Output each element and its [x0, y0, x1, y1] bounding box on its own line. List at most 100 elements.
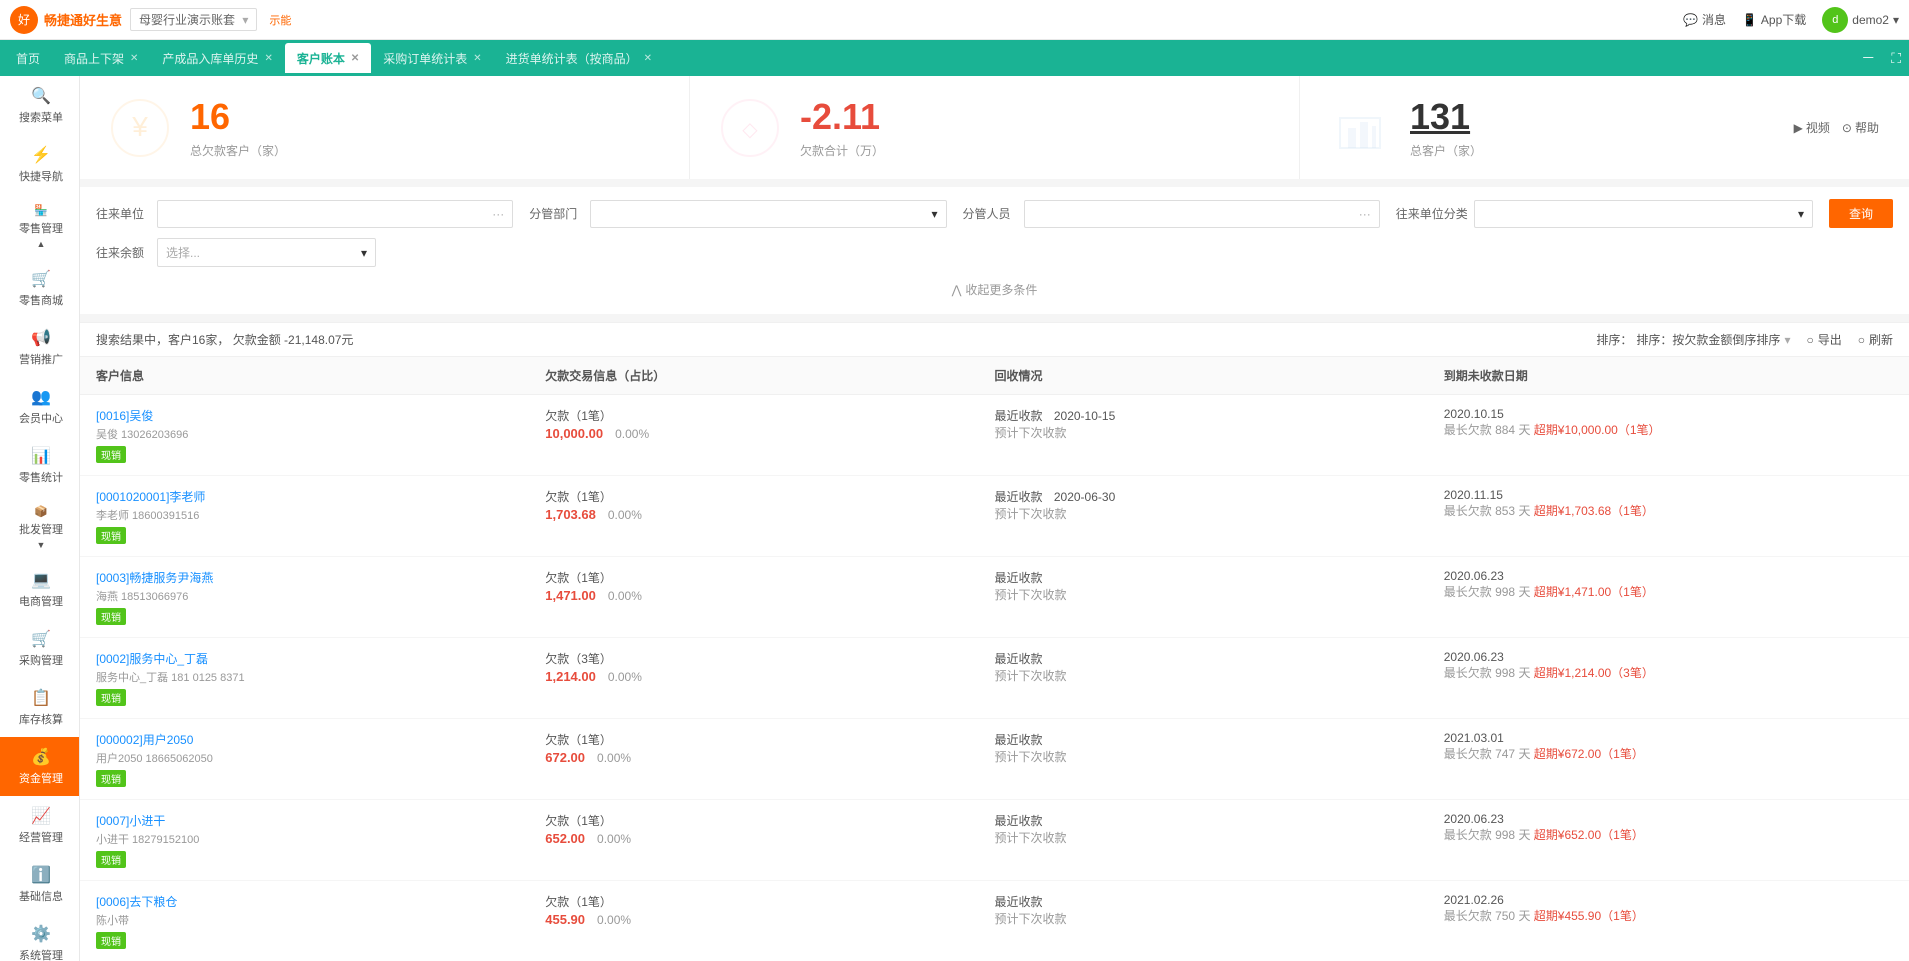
table-row: [0002]服务中心_丁磊 服务中心_丁磊 181 0125 8371 现销 欠…: [80, 638, 1909, 719]
tab-close-active-icon[interactable]: ✕: [351, 53, 359, 64]
due-cell-3: 2020.06.23 最长欠款 998 天 超期¥1,471.00（1笔）: [1444, 569, 1893, 600]
owe-percent-6: 0.00%: [597, 832, 631, 846]
person-input[interactable]: ···: [1024, 200, 1380, 228]
debtors-label: 总欠款客户（家）: [190, 142, 286, 159]
sidebar-item-marketing[interactable]: 📢 营销推广: [0, 318, 79, 377]
overdue-link-2[interactable]: 超期¥1,703.68（1笔）: [1534, 504, 1654, 518]
sidebar-item-search[interactable]: 🔍 搜索菜单: [0, 76, 79, 135]
chevron-down-icon: ▾: [1798, 207, 1804, 221]
sidebar-item-nav[interactable]: ⚡ 快捷导航: [0, 135, 79, 194]
collapse-button[interactable]: ⋀ 收起更多条件: [96, 277, 1893, 302]
tab-close-icon[interactable]: ✕: [130, 53, 138, 64]
total-label: 总客户（家）: [1410, 142, 1482, 159]
customer-cell-4: [0002]服务中心_丁磊 服务中心_丁磊 181 0125 8371 现销: [96, 650, 545, 706]
tab-close-icon[interactable]: ✕: [644, 53, 652, 64]
owe-amount-4: 1,214.00: [545, 669, 596, 684]
content-area: ¥ 16 总欠款客户（家） ◇ -2.11 欠款合计（万）: [80, 76, 1909, 961]
query-button[interactable]: 查询: [1829, 199, 1893, 228]
owe-count-3: 欠款（1笔）: [545, 571, 612, 585]
sidebar-item-basic-info[interactable]: ℹ️ 基础信息: [0, 855, 79, 914]
chevron-down-icon: ▾: [361, 246, 367, 260]
info-icon: ℹ️: [31, 865, 51, 885]
dept-select[interactable]: ▾: [590, 200, 946, 228]
sidebar-item-wholesale[interactable]: 📦 批发管理 ▼: [0, 495, 79, 560]
tab-product-history[interactable]: 产成品入库单历史 ✕: [150, 43, 284, 73]
customer-phone-1: 吴俊 13026203696: [96, 426, 545, 442]
owe-amount-1: 10,000.00: [545, 426, 603, 441]
top-bar-right: 💬 消息 📱 App下载 d demo2 ▾: [1683, 7, 1899, 33]
tab-close-icon[interactable]: ✕: [473, 53, 481, 64]
source-unit-input[interactable]: ···: [157, 200, 513, 228]
filter-person: 分管人员 ···: [963, 200, 1380, 228]
overdue-link-6[interactable]: 超期¥652.00（1笔）: [1534, 828, 1644, 842]
unit-class-select[interactable]: ▾: [1474, 200, 1813, 228]
clipboard-icon: 📋: [31, 688, 51, 708]
video-button[interactable]: ▶ 视频: [1794, 119, 1830, 136]
tab-home[interactable]: 首页: [4, 43, 52, 73]
tab-stock-summary[interactable]: 进货单统计表（按商品） ✕: [494, 43, 664, 73]
sidebar-item-inventory[interactable]: 📋 库存核算: [0, 678, 79, 737]
message-button[interactable]: 💬 消息: [1683, 11, 1726, 28]
table-row: [0001020001]李老师 李老师 18600391516 现销 欠款（1笔…: [80, 476, 1909, 557]
customer-name-link-5[interactable]: [000002]用户2050: [96, 731, 545, 748]
tab-purchase-summary[interactable]: 采购订单统计表 ✕: [371, 43, 493, 73]
col-customer-info: 客户信息: [96, 367, 545, 384]
customer-name-link-6[interactable]: [0007]小进干: [96, 812, 545, 829]
filter-row-1: 往来单位 ··· 分管部门 ▾ 分管人员: [96, 199, 1893, 228]
owe-cell-2: 欠款（1笔） 1,703.68 0.00%: [545, 488, 994, 522]
owe-cell-1: 欠款（1笔） 10,000.00 0.00%: [545, 407, 994, 441]
sidebar-item-retail-stats[interactable]: 📊 零售统计: [0, 436, 79, 495]
megaphone-icon: 📢: [31, 328, 51, 348]
store-name[interactable]: 母婴行业演示账套 ▾: [130, 8, 257, 31]
results-actions: 排序： 排序：按欠款金额倒序排序 ▾ ○ 导出 ○ 刷新: [1596, 331, 1893, 348]
sidebar-item-ecommerce[interactable]: 💻 电商管理: [0, 560, 79, 619]
tab-customer-account[interactable]: 客户账本 ✕: [285, 43, 371, 73]
tab-bar: 首页 商品上下架 ✕ 产成品入库单历史 ✕ 客户账本 ✕ 采购订单统计表 ✕ 进…: [0, 40, 1909, 76]
collect-cell-2: 最近收款 2020-06-30 预计下次收款: [995, 488, 1444, 522]
owe-cell-6: 欠款（1笔） 652.00 0.00%: [545, 812, 994, 846]
customer-name-link-2[interactable]: [0001020001]李老师: [96, 488, 545, 505]
help-button[interactable]: ⊙ 帮助: [1842, 119, 1879, 136]
tab-close-icon[interactable]: ✕: [264, 53, 272, 64]
sidebar-item-finance[interactable]: 💰 资金管理: [0, 737, 79, 796]
owe-amount-2: 1,703.68: [545, 507, 596, 522]
status-badge-2: 现销: [96, 527, 126, 544]
stat-card-debt: ◇ -2.11 欠款合计（万）: [690, 76, 1300, 179]
col-collect: 回收情况: [995, 367, 1444, 384]
dots-icon: ···: [1359, 207, 1371, 221]
status-badge-5: 现销: [96, 770, 126, 787]
customer-name-link-1[interactable]: [0016]吴俊: [96, 407, 545, 424]
collect-cell-4: 最近收款 预计下次收款: [995, 650, 1444, 684]
sort-select[interactable]: 排序： 排序：按欠款金额倒序排序 ▾: [1596, 331, 1790, 348]
overdue-link-1[interactable]: 超期¥10,000.00（1笔）: [1534, 423, 1661, 437]
customer-name-link-7[interactable]: [0006]去下粮仓: [96, 893, 545, 910]
sidebar-item-members[interactable]: 👥 会员中心: [0, 377, 79, 436]
purchase-icon: 🛒: [31, 629, 51, 649]
balance-select[interactable]: 选择... ▾: [157, 238, 376, 267]
overdue-link-5[interactable]: 超期¥672.00（1笔）: [1534, 747, 1644, 761]
due-cell-5: 2021.03.01 最长欠款 747 天 超期¥672.00（1笔）: [1444, 731, 1893, 762]
customer-name-link-3[interactable]: [0003]畅捷服务尹海燕: [96, 569, 545, 586]
tab-product-listing[interactable]: 商品上下架 ✕: [52, 43, 150, 73]
sidebar-item-retail-mgmt[interactable]: 🏪 零售管理 ▲: [0, 194, 79, 259]
tab-minimize-icon[interactable]: －: [1857, 46, 1879, 70]
source-unit-label: 往来单位: [96, 205, 151, 222]
sidebar-item-system[interactable]: ⚙️ 系统管理: [0, 914, 79, 961]
customer-cell-5: [000002]用户2050 用户2050 18665062050 现销: [96, 731, 545, 787]
sidebar-item-purchase[interactable]: 🛒 采购管理: [0, 619, 79, 678]
overdue-link-3[interactable]: 超期¥1,471.00（1笔）: [1534, 585, 1654, 599]
filter-area: 往来单位 ··· 分管部门 ▾ 分管人员: [80, 187, 1909, 314]
user-menu[interactable]: d demo2 ▾: [1822, 7, 1899, 33]
sidebar-item-retail-mall[interactable]: 🛒 零售商城: [0, 259, 79, 318]
app-download-button[interactable]: 📱 App下载: [1742, 11, 1806, 28]
tab-maximize-icon[interactable]: ⛶: [1887, 48, 1905, 69]
export-button[interactable]: ○ 导出: [1806, 331, 1841, 348]
overdue-link-7[interactable]: 超期¥455.90（1笔）: [1534, 909, 1644, 923]
refresh-button[interactable]: ○ 刷新: [1858, 331, 1893, 348]
status-badge-1: 现销: [96, 446, 126, 463]
sidebar-item-operations[interactable]: 📈 经营管理: [0, 796, 79, 855]
svg-text:◇: ◇: [742, 119, 758, 141]
overdue-link-4[interactable]: 超期¥1,214.00（3笔）: [1534, 666, 1654, 680]
customer-name-link-4[interactable]: [0002]服务中心_丁磊: [96, 650, 545, 667]
owe-percent-2: 0.00%: [608, 508, 642, 522]
